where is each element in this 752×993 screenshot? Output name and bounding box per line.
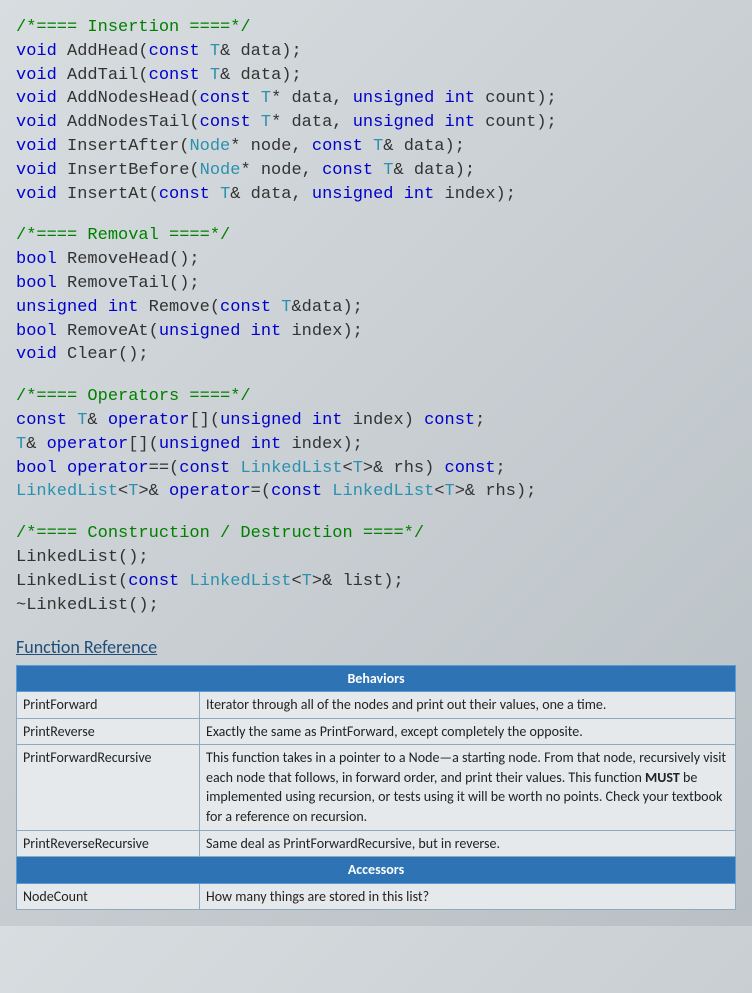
fn-name: PrintReverseRecursive <box>17 830 200 857</box>
table-row: PrintForward Iterator through all of the… <box>17 692 736 719</box>
code-section-construction: /*==== Construction / Destruction ====*/… <box>16 522 736 617</box>
code-line: bool RemoveAt(unsigned int index); <box>16 320 736 344</box>
code-line: void AddNodesTail(const T* data, unsigne… <box>16 111 736 135</box>
code-comment: /*==== Insertion ====*/ <box>16 16 736 40</box>
code-line: void InsertBefore(Node* node, const T& d… <box>16 159 736 183</box>
code-line: void AddNodesHead(const T* data, unsigne… <box>16 87 736 111</box>
accessors-header: Accessors <box>17 857 736 884</box>
code-section-removal: /*==== Removal ====*/bool RemoveHead();b… <box>16 224 736 367</box>
behaviors-header: Behaviors <box>17 665 736 692</box>
function-reference-title: Function Reference <box>16 635 736 660</box>
code-line: ~LinkedList(); <box>16 594 736 618</box>
fn-desc: Iterator through all of the nodes and pr… <box>200 692 736 719</box>
fn-name: PrintForward <box>17 692 200 719</box>
function-reference-table: Behaviors PrintForward Iterator through … <box>16 665 736 911</box>
table-header-behaviors: Behaviors <box>17 665 736 692</box>
code-line: unsigned int Remove(const T&data); <box>16 296 736 320</box>
code-section-operators: /*==== Operators ====*/const T& operator… <box>16 385 736 504</box>
code-line: LinkedList<T>& operator=(const LinkedLis… <box>16 480 736 504</box>
code-section-insertion: /*==== Insertion ====*/void AddHead(cons… <box>16 16 736 206</box>
table-row: PrintReverse Exactly the same as PrintFo… <box>17 718 736 745</box>
code-line: void Clear(); <box>16 343 736 367</box>
code-line: void InsertAfter(Node* node, const T& da… <box>16 135 736 159</box>
fn-name: PrintForwardRecursive <box>17 745 200 830</box>
table-header-accessors: Accessors <box>17 857 736 884</box>
fn-desc: Same deal as PrintForwardRecursive, but … <box>200 830 736 857</box>
code-line: T& operator[](unsigned int index); <box>16 433 736 457</box>
fn-desc: This function takes in a pointer to a No… <box>200 745 736 830</box>
code-comment: /*==== Removal ====*/ <box>16 224 736 248</box>
desc-bold: MUST <box>645 769 680 786</box>
table-row: NodeCount How many things are stored in … <box>17 883 736 910</box>
table-row: PrintReverseRecursive Same deal as Print… <box>17 830 736 857</box>
table-row: PrintForwardRecursive This function take… <box>17 745 736 830</box>
fn-desc: How many things are stored in this list? <box>200 883 736 910</box>
code-line: void AddTail(const T& data); <box>16 64 736 88</box>
fn-desc: Exactly the same as PrintForward, except… <box>200 718 736 745</box>
code-line: bool RemoveHead(); <box>16 248 736 272</box>
code-line: void AddHead(const T& data); <box>16 40 736 64</box>
fn-name: PrintReverse <box>17 718 200 745</box>
code-line: const T& operator[](unsigned int index) … <box>16 409 736 433</box>
code-line: bool operator==(const LinkedList<T>& rhs… <box>16 457 736 481</box>
code-line: LinkedList(); <box>16 546 736 570</box>
code-comment: /*==== Operators ====*/ <box>16 385 736 409</box>
code-comment: /*==== Construction / Destruction ====*/ <box>16 522 736 546</box>
code-line: void InsertAt(const T& data, unsigned in… <box>16 183 736 207</box>
fn-name: NodeCount <box>17 883 200 910</box>
code-line: LinkedList(const LinkedList<T>& list); <box>16 570 736 594</box>
code-line: bool RemoveTail(); <box>16 272 736 296</box>
